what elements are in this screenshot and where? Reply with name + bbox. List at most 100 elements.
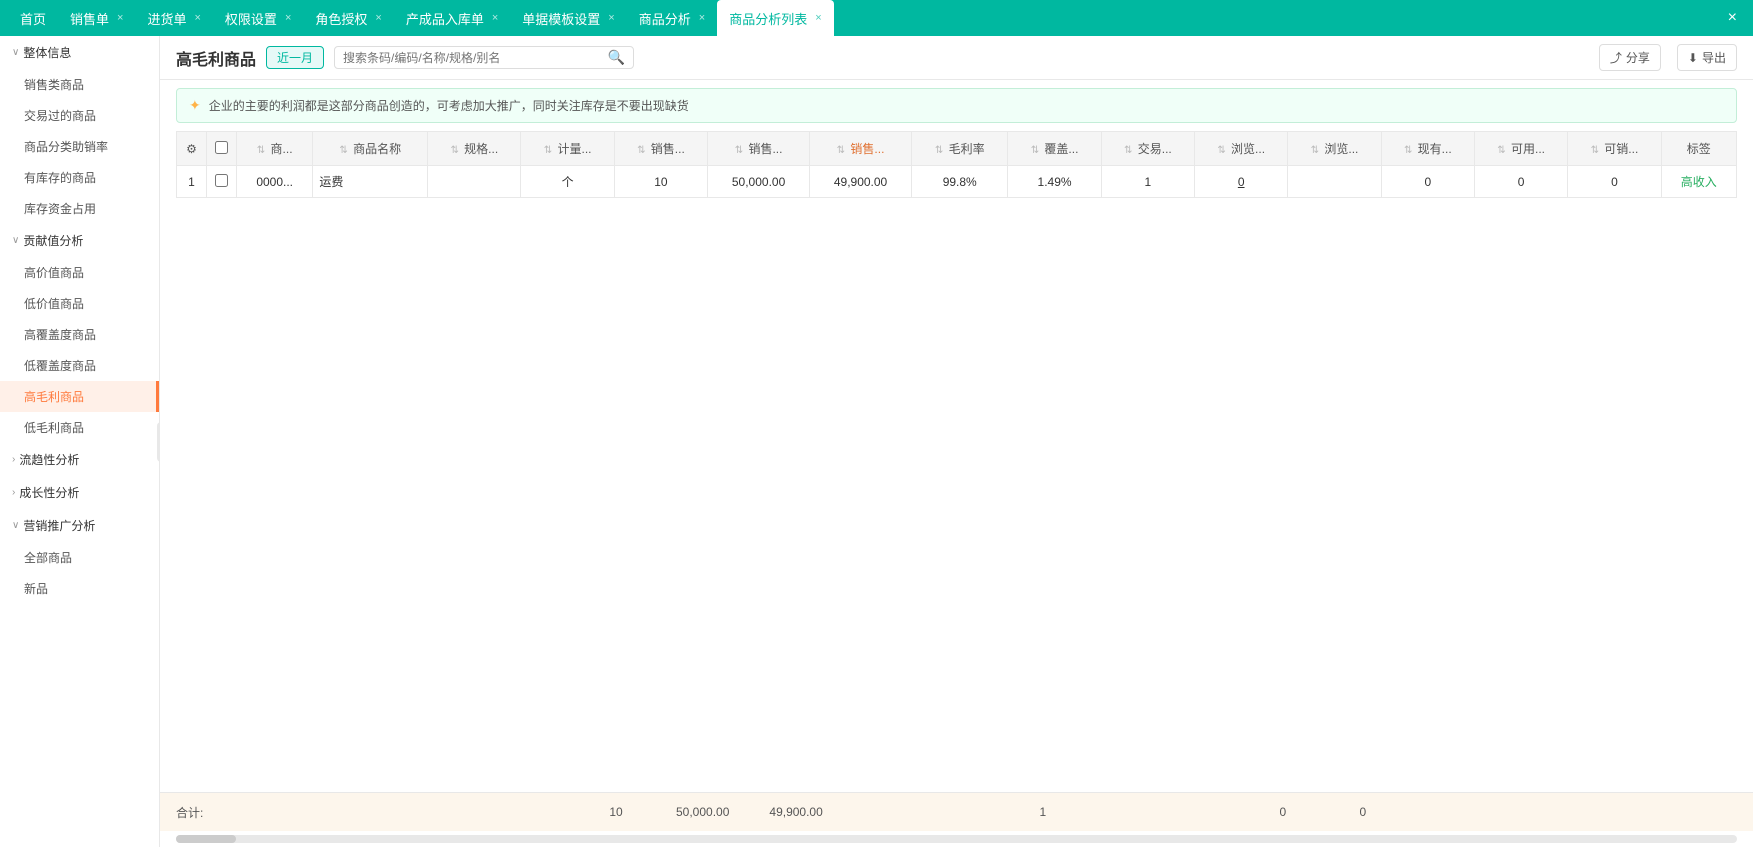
nav-permission-settings[interactable]: 权限设置 × bbox=[213, 0, 303, 36]
export-button[interactable]: ⬇ 导出 bbox=[1677, 44, 1737, 71]
col-checkbox bbox=[207, 132, 237, 166]
sidebar-item-all-goods[interactable]: 全部商品 bbox=[0, 542, 159, 573]
footer-label: 合计: bbox=[176, 804, 256, 821]
footer-transaction: 1 bbox=[1003, 801, 1083, 823]
close-permission-settings[interactable]: × bbox=[285, 12, 291, 24]
sidebar-item-stock-capital[interactable]: 库存资金占用 bbox=[0, 193, 159, 224]
sidebar-item-stock-goods[interactable]: 有库存的商品 bbox=[0, 162, 159, 193]
footer-sale-qty: 10 bbox=[576, 801, 656, 823]
section-arrow-overall: ∨ bbox=[12, 47, 19, 58]
footer-spacer-3 bbox=[416, 808, 496, 816]
col-coverage[interactable]: ⇅ 覆盖... bbox=[1008, 132, 1101, 166]
sidebar-item-category-sales-rate[interactable]: 商品分类助销率 bbox=[0, 131, 159, 162]
select-all-checkbox[interactable] bbox=[215, 141, 228, 154]
col-code[interactable]: ⇅ 商... bbox=[237, 132, 313, 166]
col-sale-profit[interactable]: ⇅ 销售... bbox=[810, 132, 912, 166]
close-product-warehouse[interactable]: × bbox=[492, 12, 498, 24]
cell-checkbox bbox=[207, 166, 237, 198]
nav-product-warehouse[interactable]: 产成品入库单 × bbox=[394, 0, 510, 36]
sidebar-item-low-coverage[interactable]: 低覆盖度商品 bbox=[0, 350, 159, 381]
nav-template-settings[interactable]: 单据模板设置 × bbox=[510, 0, 626, 36]
col-name[interactable]: ⇅ 商品名称 bbox=[313, 132, 428, 166]
col-spec[interactable]: ⇅ 规格... bbox=[428, 132, 521, 166]
sidebar-item-new-goods[interactable]: 新品 bbox=[0, 573, 159, 604]
nav-product-analysis-list[interactable]: 商品分析列表 × bbox=[717, 0, 833, 36]
footer-sale-profit: 49,900.00 bbox=[749, 801, 842, 823]
close-purchase-order[interactable]: × bbox=[194, 12, 200, 24]
row-checkbox[interactable] bbox=[215, 174, 228, 187]
search-box: 🔍 bbox=[334, 46, 634, 69]
filter-recent-month[interactable]: 近一月 bbox=[266, 46, 324, 69]
sidebar-item-traded-goods[interactable]: 交易过的商品 bbox=[0, 100, 159, 131]
nav-purchase-order[interactable]: 进货单 × bbox=[135, 0, 212, 36]
cell-sale-profit: 49,900.00 bbox=[810, 166, 912, 198]
sidebar-section-contribution[interactable]: ∨ 贡献值分析 bbox=[0, 224, 159, 257]
col-browse1[interactable]: ⇅ 浏览... bbox=[1195, 132, 1288, 166]
col-unit[interactable]: ⇅ 计量... bbox=[521, 132, 614, 166]
share-icon: ⤴ bbox=[1610, 49, 1622, 66]
horizontal-scrollbar[interactable] bbox=[176, 835, 1737, 843]
sidebar-section-flow[interactable]: › 流趋性分析 bbox=[0, 443, 159, 476]
sort-gross-margin-icon: ⇅ bbox=[935, 145, 943, 156]
sort-transaction-icon: ⇅ bbox=[1124, 145, 1132, 156]
col-transaction[interactable]: ⇅ 交易... bbox=[1101, 132, 1194, 166]
cell-unit: 个 bbox=[521, 166, 614, 198]
search-icon[interactable]: 🔍 bbox=[608, 49, 625, 66]
col-saleable[interactable]: ⇅ 可销... bbox=[1568, 132, 1661, 166]
sidebar-item-low-value[interactable]: 低价值商品 bbox=[0, 288, 159, 319]
col-current[interactable]: ⇅ 现有... bbox=[1381, 132, 1474, 166]
main-layout: « ∨ 整体信息 销售类商品 交易过的商品 商品分类助销率 有库存的商品 库存资… bbox=[0, 36, 1753, 847]
sidebar-section-growth[interactable]: › 成长性分析 bbox=[0, 476, 159, 509]
nav-sales-order[interactable]: 销售单 × bbox=[58, 0, 135, 36]
col-browse2[interactable]: ⇅ 浏览... bbox=[1288, 132, 1381, 166]
col-settings[interactable]: ⚙ bbox=[177, 132, 207, 166]
close-role-auth[interactable]: × bbox=[375, 12, 381, 24]
window-close-button[interactable]: × bbox=[1720, 9, 1745, 27]
col-gross-margin[interactable]: ⇅ 毛利率 bbox=[912, 132, 1008, 166]
sort-saleable-icon: ⇅ bbox=[1591, 145, 1599, 156]
sidebar-item-high-coverage[interactable]: 高覆盖度商品 bbox=[0, 319, 159, 350]
footer-spacer-6 bbox=[923, 808, 1003, 816]
col-sale-amount[interactable]: ⇅ 销售... bbox=[708, 132, 810, 166]
sidebar-collapse-button[interactable]: « bbox=[157, 422, 160, 462]
cell-browse1[interactable]: 0 bbox=[1195, 166, 1288, 198]
cell-current: 0 bbox=[1381, 166, 1474, 198]
sort-unit-icon: ⇅ bbox=[544, 145, 552, 156]
sidebar-item-low-margin[interactable]: 低毛利商品 bbox=[0, 412, 159, 443]
nav-product-analysis[interactable]: 商品分析 × bbox=[627, 0, 717, 36]
col-available[interactable]: ⇅ 可用... bbox=[1474, 132, 1567, 166]
export-icon: ⬇ bbox=[1688, 51, 1698, 65]
cell-name[interactable]: 运费 bbox=[313, 166, 428, 198]
cell-gross-margin: 99.8% bbox=[912, 166, 1008, 198]
cell-saleable: 0 bbox=[1568, 166, 1661, 198]
sidebar-section-overall-info[interactable]: ∨ 整体信息 bbox=[0, 36, 159, 69]
sidebar-item-high-margin[interactable]: 高毛利商品 bbox=[0, 381, 159, 412]
browse1-link[interactable]: 0 bbox=[1238, 175, 1245, 189]
sidebar-item-sales-goods[interactable]: 销售类商品 bbox=[0, 69, 159, 100]
data-table: ⚙ ⇅ 商... ⇅ 商品名称 bbox=[176, 131, 1737, 198]
content-area: 高毛利商品 近一月 🔍 ⤴ 分享 ⬇ 导出 ✦ 企业的主要的利润都是这部分商品创… bbox=[160, 36, 1753, 847]
close-sales-order[interactable]: × bbox=[117, 12, 123, 24]
nav-home[interactable]: 首页 bbox=[8, 0, 58, 36]
share-button[interactable]: ⤴ 分享 bbox=[1599, 44, 1661, 71]
sort-spec-icon: ⇅ bbox=[450, 145, 458, 156]
table-container[interactable]: ⚙ ⇅ 商... ⇅ 商品名称 bbox=[160, 131, 1753, 792]
close-product-analysis[interactable]: × bbox=[699, 12, 705, 24]
col-sale-qty[interactable]: ⇅ 销售... bbox=[614, 132, 707, 166]
search-input[interactable] bbox=[343, 51, 602, 65]
sidebar-section-marketing[interactable]: ∨ 营销推广分析 bbox=[0, 509, 159, 542]
sidebar-item-high-value[interactable]: 高价值商品 bbox=[0, 257, 159, 288]
cell-spec bbox=[428, 166, 521, 198]
sort-sale-profit-icon: ⇅ bbox=[837, 145, 845, 156]
nav-role-auth[interactable]: 角色授权 × bbox=[303, 0, 393, 36]
section-arrow-flow: › bbox=[12, 454, 15, 465]
close-product-analysis-list[interactable]: × bbox=[815, 12, 821, 24]
footer-spacer-1 bbox=[256, 808, 336, 816]
cell-index: 1 bbox=[177, 166, 207, 198]
settings-icon[interactable]: ⚙ bbox=[186, 142, 197, 156]
tag-label: 高收入 bbox=[1681, 175, 1717, 189]
footer-current: 0 bbox=[1243, 801, 1323, 823]
close-template-settings[interactable]: × bbox=[608, 12, 614, 24]
page-title: 高毛利商品 bbox=[176, 46, 256, 70]
scrollbar-thumb[interactable] bbox=[176, 835, 236, 843]
